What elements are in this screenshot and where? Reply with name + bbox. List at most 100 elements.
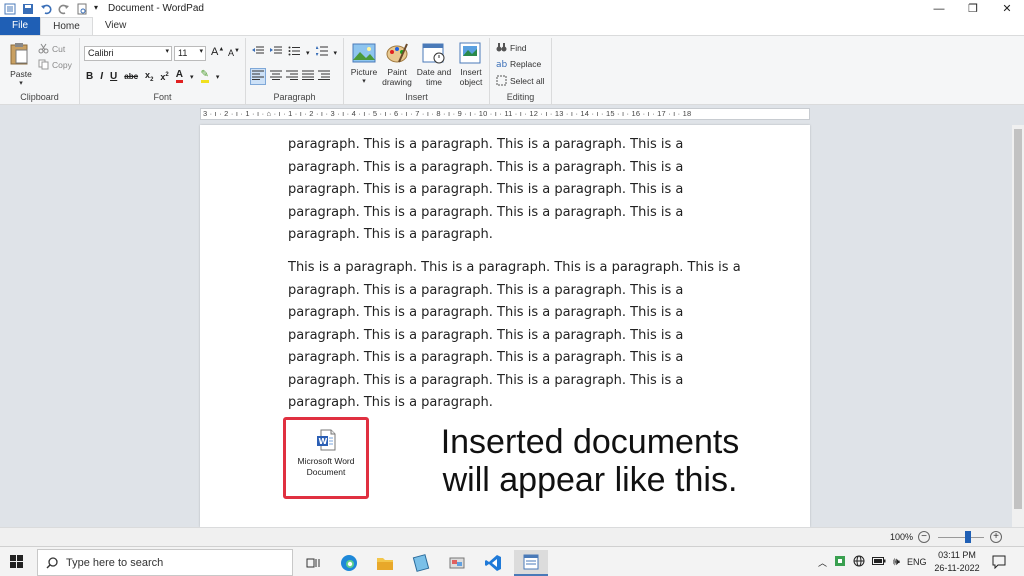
find-button[interactable]: Find bbox=[496, 42, 527, 53]
bullet-list-icon[interactable] bbox=[288, 46, 300, 59]
save-icon[interactable] bbox=[22, 3, 34, 15]
picture-chevron-icon: ▾ bbox=[362, 78, 366, 85]
paragraph-group-label: Paragraph bbox=[273, 92, 316, 102]
edge-browser-icon[interactable] bbox=[332, 550, 366, 576]
replace-button[interactable]: ab Replace bbox=[496, 58, 541, 70]
paragraph-line: paragraph. This is a paragraph. This is … bbox=[288, 159, 684, 175]
select-all-button[interactable]: Select all bbox=[496, 75, 545, 86]
decrease-indent-icon[interactable] bbox=[252, 46, 264, 59]
restore-button[interactable]: ❐ bbox=[956, 0, 990, 17]
embedded-object-label: Microsoft Word Document bbox=[286, 456, 366, 478]
highlight-color-chevron-icon[interactable]: ▾ bbox=[216, 73, 220, 81]
paste-dropdown-chevron-icon[interactable]: ▾ bbox=[8, 79, 34, 87]
paint-app-icon[interactable] bbox=[440, 550, 474, 576]
underline-icon[interactable]: U bbox=[110, 71, 117, 82]
date-time-label-1: Date and bbox=[416, 67, 452, 77]
grow-font-icon[interactable]: A▲ bbox=[211, 46, 224, 58]
cut-button[interactable]: Cut bbox=[38, 43, 65, 54]
app-tray-icon[interactable] bbox=[834, 555, 846, 569]
zoom-out-button[interactable]: − bbox=[918, 531, 930, 543]
quick-access-toolbar: ▾ bbox=[0, 3, 102, 15]
superscript-icon[interactable]: x2 bbox=[160, 72, 168, 82]
paragraph-2[interactable]: This is a paragraph. This is a paragraph… bbox=[288, 257, 748, 415]
subscript-icon[interactable]: x2 bbox=[145, 70, 153, 83]
battery-icon[interactable] bbox=[872, 556, 886, 568]
paragraph-line: paragraph. This is a paragraph. This is … bbox=[288, 282, 684, 298]
picture-button[interactable]: Picture ▾ bbox=[348, 42, 380, 85]
minimize-button[interactable]: — bbox=[922, 0, 956, 17]
insert-group: Picture ▾ Paint drawing Date and time In… bbox=[344, 38, 490, 104]
copy-button[interactable]: Copy bbox=[38, 59, 72, 70]
justify-icon[interactable] bbox=[302, 70, 314, 83]
taskbar-search-box[interactable]: Type here to search bbox=[37, 549, 293, 576]
embedded-word-document-object[interactable]: W Microsoft Word Document bbox=[283, 417, 369, 499]
find-label: Find bbox=[510, 42, 527, 53]
paste-icon bbox=[10, 43, 28, 65]
select-all-icon bbox=[496, 75, 507, 86]
horizontal-ruler[interactable]: 3 · ı · 2 · ı · 1 · ı · ⌂ · ı · 1 · ı · … bbox=[200, 108, 810, 120]
zoom-slider-thumb[interactable] bbox=[965, 531, 971, 543]
print-preview-icon[interactable] bbox=[76, 3, 88, 15]
date-time-button[interactable]: Date and time bbox=[416, 42, 452, 87]
highlight-color-icon[interactable]: ✎ bbox=[200, 70, 209, 83]
clipboard-group-label: Clipboard bbox=[20, 92, 59, 102]
shrink-font-icon[interactable]: A▼ bbox=[228, 48, 240, 58]
align-left-icon[interactable] bbox=[250, 68, 266, 85]
insert-object-button[interactable]: Insert object bbox=[454, 42, 488, 87]
italic-icon[interactable]: I bbox=[100, 71, 103, 82]
customize-toolbar-chevron-icon[interactable]: ▾ bbox=[94, 3, 102, 15]
bullet-list-chevron-icon[interactable]: ▾ bbox=[306, 49, 310, 57]
wordpad-taskbar-icon[interactable] bbox=[514, 550, 548, 576]
task-view-icon[interactable] bbox=[296, 550, 330, 576]
paste-button[interactable]: Paste ▾ bbox=[8, 42, 34, 87]
paragraph-1[interactable]: paragraph. This is a paragraph. This is … bbox=[288, 134, 728, 247]
taskbar-clock[interactable]: 03:11 PM 26-11-2022 bbox=[930, 549, 984, 575]
font-size-chevron-icon: ▾ bbox=[199, 48, 203, 55]
insert-object-label-1: Insert bbox=[460, 67, 482, 77]
line-spacing-chevron-icon[interactable]: ▾ bbox=[334, 49, 338, 57]
bold-icon[interactable]: B bbox=[86, 71, 93, 82]
tab-view[interactable]: View bbox=[93, 17, 139, 35]
zoom-in-button[interactable]: + bbox=[990, 531, 1002, 543]
wordpad-app-icon[interactable] bbox=[4, 3, 16, 15]
vertical-scrollbar[interactable] bbox=[1012, 125, 1024, 527]
annotation-line-1: Inserted documents bbox=[440, 423, 740, 461]
increase-indent-icon[interactable] bbox=[270, 46, 282, 59]
paragraph-settings-icon[interactable] bbox=[318, 70, 330, 83]
insert-group-label: Insert bbox=[405, 92, 428, 102]
font-size-select[interactable]: 11 ▾ bbox=[174, 46, 206, 61]
line-spacing-icon[interactable] bbox=[315, 46, 328, 59]
windows-start-icon[interactable] bbox=[10, 555, 24, 572]
paragraph-line: paragraph. This is a paragraph. This is … bbox=[288, 327, 684, 343]
paste-label: Paste bbox=[10, 69, 32, 79]
calendar-clock-icon bbox=[422, 43, 445, 64]
font-family-select[interactable]: Calibri ▾ bbox=[84, 46, 172, 61]
notepad-app-icon[interactable] bbox=[404, 550, 438, 576]
scrollbar-thumb[interactable] bbox=[1014, 129, 1022, 509]
align-center-icon[interactable] bbox=[270, 70, 282, 83]
undo-icon[interactable] bbox=[40, 3, 52, 15]
language-indicator[interactable]: ENG bbox=[907, 557, 927, 567]
zoom-slider-track[interactable] bbox=[938, 537, 984, 538]
tab-home[interactable]: Home bbox=[40, 17, 93, 35]
show-hidden-icons-chevron-icon[interactable]: ︿ bbox=[818, 556, 827, 569]
close-button[interactable]: ✕ bbox=[990, 0, 1024, 17]
ribbon: Paste ▾ Cut Copy Clipboard Calibri ▾ 11 … bbox=[0, 35, 1024, 105]
paragraph-line: paragraph. This is a paragraph. bbox=[288, 395, 493, 410]
notifications-icon[interactable] bbox=[992, 555, 1006, 572]
paint-drawing-button[interactable]: Paint drawing bbox=[380, 42, 414, 87]
network-globe-icon[interactable] bbox=[853, 555, 865, 569]
strikethrough-icon[interactable]: abc bbox=[124, 72, 138, 81]
search-placeholder: Type here to search bbox=[66, 557, 164, 569]
text-color-icon[interactable]: A bbox=[175, 70, 183, 83]
volume-icon[interactable]: 🕪 bbox=[893, 556, 900, 569]
redo-icon[interactable] bbox=[58, 3, 70, 15]
system-tray: ︿ 🕪 ENG bbox=[818, 547, 926, 576]
file-explorer-icon[interactable] bbox=[368, 550, 402, 576]
align-right-icon[interactable] bbox=[286, 70, 298, 83]
text-color-chevron-icon[interactable]: ▾ bbox=[190, 73, 194, 81]
tab-file[interactable]: File bbox=[0, 17, 41, 35]
window-controls: — ❐ ✕ bbox=[922, 0, 1024, 17]
editing-group: Find ab Replace Select all Editing bbox=[490, 38, 552, 104]
vscode-icon[interactable] bbox=[476, 550, 510, 576]
